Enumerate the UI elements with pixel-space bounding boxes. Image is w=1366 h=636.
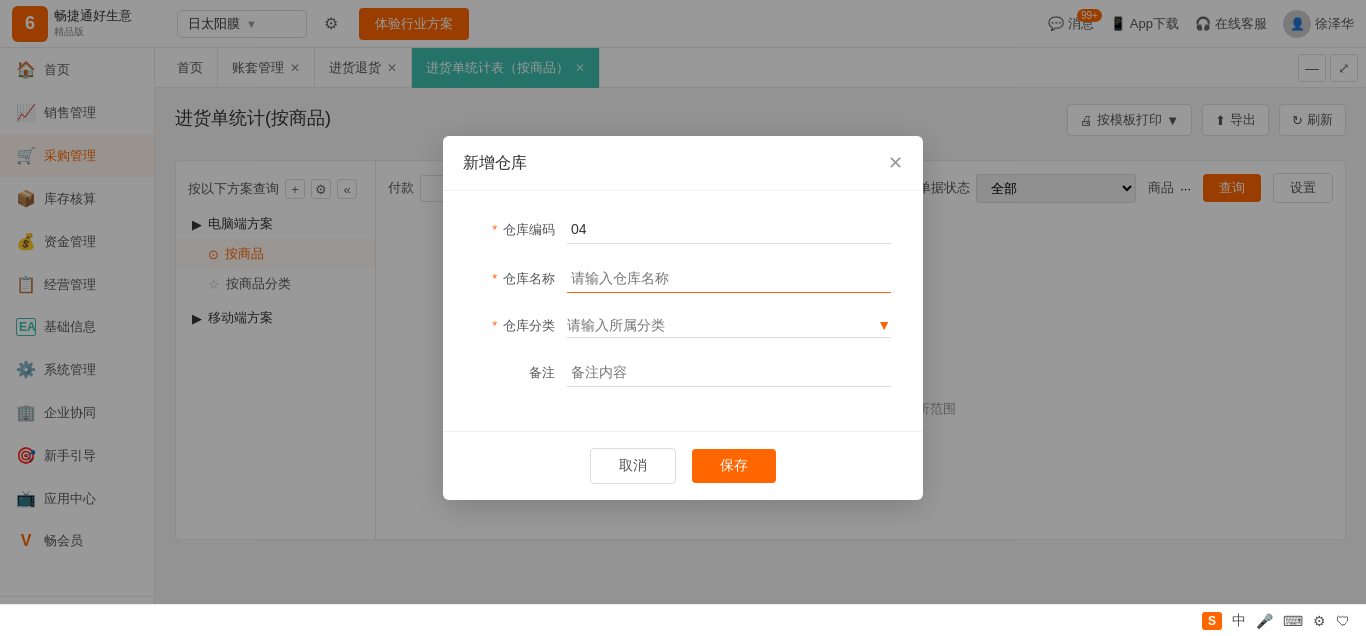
- warehouse-remark-input[interactable]: [567, 358, 891, 387]
- name-required-star: *: [492, 271, 497, 286]
- new-warehouse-dialog: 新增仓库 ✕ * 仓库编码 * 仓库名称: [443, 136, 923, 500]
- name-label-text: 仓库名称: [503, 271, 555, 286]
- bottom-status-bar: S 中 🎤 ⌨ ⚙ 🛡: [0, 604, 1366, 636]
- warehouse-type-row: * 仓库分类 ▼: [475, 313, 891, 338]
- bottom-settings2-icon[interactable]: ⚙: [1313, 613, 1326, 629]
- remark-label-text: 备注: [529, 365, 555, 380]
- code-label-text: 仓库编码: [503, 222, 555, 237]
- warehouse-code-row: * 仓库编码: [475, 215, 891, 244]
- dialog-body: * 仓库编码 * 仓库名称 * 仓库分类: [443, 191, 923, 431]
- bottom-keyboard-icon[interactable]: ⌨: [1283, 613, 1303, 629]
- bottom-mic-icon[interactable]: 🎤: [1256, 613, 1273, 629]
- name-label: * 仓库名称: [475, 270, 555, 288]
- type-required-star: *: [492, 318, 497, 333]
- warehouse-type-select[interactable]: ▼: [567, 313, 891, 338]
- type-label-text: 仓库分类: [503, 318, 555, 333]
- remark-label: 备注: [475, 364, 555, 382]
- code-label: * 仓库编码: [475, 221, 555, 239]
- type-label: * 仓库分类: [475, 317, 555, 335]
- dialog-close-icon[interactable]: ✕: [888, 152, 903, 174]
- dialog-footer: 取消 保存: [443, 431, 923, 500]
- save-button[interactable]: 保存: [692, 449, 776, 483]
- warehouse-code-input[interactable]: [567, 215, 891, 244]
- dialog-overlay: 新增仓库 ✕ * 仓库编码 * 仓库名称: [0, 0, 1366, 636]
- dialog-title: 新增仓库: [463, 153, 527, 174]
- warehouse-remark-row: 备注: [475, 358, 891, 387]
- dialog-header: 新增仓库 ✕: [443, 136, 923, 191]
- type-dropdown-icon[interactable]: ▼: [877, 317, 891, 333]
- cancel-button[interactable]: 取消: [590, 448, 676, 484]
- bottom-shield-icon[interactable]: 🛡: [1336, 613, 1350, 629]
- warehouse-type-input[interactable]: [567, 317, 877, 333]
- warehouse-name-row: * 仓库名称: [475, 264, 891, 293]
- code-required-star: *: [492, 222, 497, 237]
- bottom-zh-icon[interactable]: 中: [1232, 612, 1246, 630]
- bottom-logo-icon[interactable]: S: [1202, 612, 1222, 630]
- warehouse-name-input[interactable]: [567, 264, 891, 293]
